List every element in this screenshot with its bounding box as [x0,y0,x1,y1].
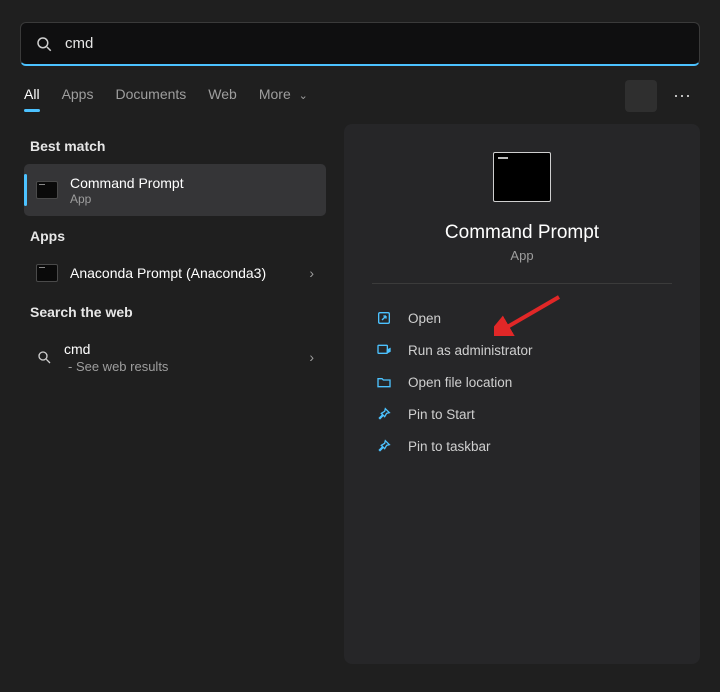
results-column: Best match Command Prompt App Apps Anaco… [20,124,330,664]
tab-apps[interactable]: Apps [62,80,94,112]
search-icon [36,349,52,365]
section-web-title: Search the web [20,296,330,330]
main: Best match Command Prompt App Apps Anaco… [0,124,720,664]
action-label: Pin to Start [408,407,475,422]
folder-icon [376,374,392,390]
chevron-right-icon: › [309,349,314,365]
preview-panel: Command Prompt App Open Run as administr… [344,124,700,664]
action-pin-to-taskbar[interactable]: Pin to taskbar [372,430,672,462]
section-apps-title: Apps [20,220,330,254]
action-run-as-admin[interactable]: Run as administrator [372,334,672,366]
search-input[interactable] [65,35,685,52]
search-bar[interactable] [20,22,700,66]
tabs: All Apps Documents Web More ⌄ [24,80,308,112]
tab-documents[interactable]: Documents [115,80,186,112]
preview-title: Command Prompt [445,222,599,244]
action-label: Open file location [408,375,512,390]
result-title: Command Prompt [70,174,184,192]
action-pin-to-start[interactable]: Pin to Start [372,398,672,430]
result-texts: Anaconda Prompt (Anaconda3) [70,264,266,282]
result-sub: App [70,192,184,206]
terminal-icon [36,264,58,282]
action-label: Run as administrator [408,343,533,358]
result-web-search[interactable]: cmd- See web results › [24,330,326,383]
result-texts: cmd- See web results [64,340,168,373]
open-icon [376,310,392,326]
preview-actions: Open Run as administrator Open file loca… [372,302,672,462]
admin-shield-icon [376,342,392,358]
action-label: Pin to taskbar [408,439,491,454]
tabs-row: All Apps Documents Web More ⌄ ⋯ [0,66,720,124]
tab-more-label: More [259,86,291,102]
pin-icon [376,438,392,454]
web-query: cmd [64,340,168,358]
result-texts: Command Prompt App [70,174,184,206]
search-icon [35,35,53,53]
terminal-icon [493,152,551,202]
divider [372,283,672,284]
result-command-prompt[interactable]: Command Prompt App [24,164,326,216]
section-best-match-title: Best match [20,130,330,164]
avatar[interactable] [625,80,657,112]
chevron-right-icon: › [309,265,314,281]
preview-sub: App [510,248,533,263]
terminal-icon [36,181,58,199]
header-actions: ⋯ [625,80,696,112]
chevron-down-icon: ⌄ [299,90,308,102]
web-sub: - See web results [68,359,168,374]
action-open[interactable]: Open [372,302,672,334]
more-menu-button[interactable]: ⋯ [669,82,696,111]
tab-web[interactable]: Web [208,80,237,112]
action-open-file-location[interactable]: Open file location [372,366,672,398]
action-label: Open [408,311,441,326]
result-anaconda-prompt[interactable]: Anaconda Prompt (Anaconda3) › [24,254,326,292]
tab-more[interactable]: More ⌄ [259,80,308,112]
tab-all[interactable]: All [24,80,40,112]
pin-icon [376,406,392,422]
result-title: Anaconda Prompt (Anaconda3) [70,264,266,282]
